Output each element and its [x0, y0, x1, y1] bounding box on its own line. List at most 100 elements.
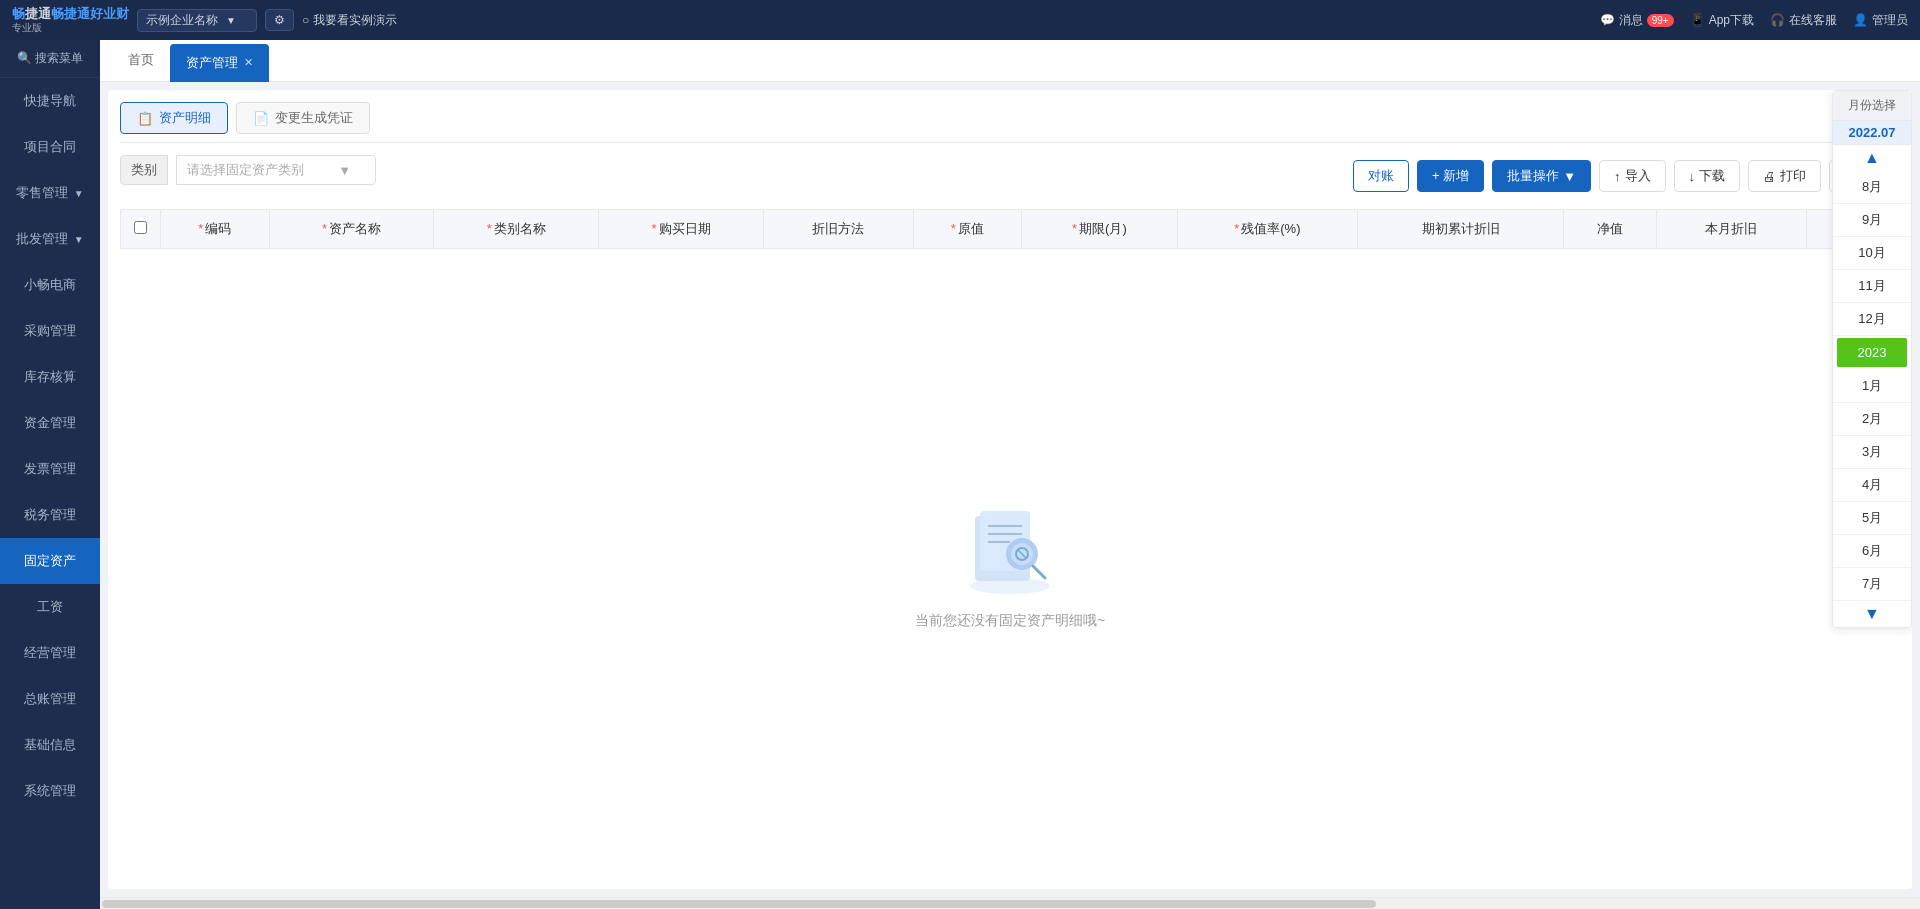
horizontal-scrollbar[interactable]	[100, 897, 1920, 909]
category-select[interactable]: 请选择固定资产类别 ▼	[176, 155, 376, 185]
sub-tab-change-voucher[interactable]: 📄 变更生成凭证	[236, 102, 370, 134]
header-left: 畅捷通畅捷通好业财 专业版 示例企业名称 ▼ ⚙ ○ 我要看实例演示	[12, 5, 397, 35]
sidebar: 🔍 搜索菜单 快捷导航 项目合同 零售管理 ▼ 批发管理 ▼ 小畅电商 采购管理…	[0, 40, 100, 909]
sidebar-item-general-ledger[interactable]: 总账管理	[0, 676, 100, 722]
month-nav-down[interactable]: ▼	[1833, 601, 1911, 627]
user-menu[interactable]: 👤 管理员	[1853, 12, 1908, 29]
import-icon: ↑	[1614, 169, 1621, 184]
content-area: 首页 资产管理 ✕ 📋 资产明细 📄 变更生成凭证	[100, 40, 1920, 909]
checkbox-col-header	[121, 210, 161, 249]
current-month-display: 2022.07	[1833, 121, 1911, 145]
messages-button[interactable]: 💬 消息 99+	[1600, 12, 1674, 29]
month-item-4[interactable]: 4月	[1833, 469, 1911, 502]
year-2023-badge: 2023	[1837, 338, 1907, 368]
toolbar-left: 类别 请选择固定资产类别 ▼	[120, 155, 376, 197]
arrow-icon: ▼	[74, 234, 84, 245]
col-accumulated-depreciation: 期初累计折旧	[1358, 210, 1564, 249]
search-menu-item[interactable]: 🔍 搜索菜单	[0, 40, 100, 78]
month-item-3[interactable]: 3月	[1833, 436, 1911, 469]
svg-line-8	[1033, 566, 1045, 578]
dropdown-icon: ▼	[226, 15, 236, 26]
sub-tab-asset-detail[interactable]: 📋 资产明细	[120, 102, 228, 134]
month-nav-up[interactable]: ▲	[1833, 145, 1911, 171]
user-icon: 👤	[1853, 13, 1868, 27]
col-code: *编码	[161, 210, 270, 249]
sidebar-item-wholesale[interactable]: 批发管理 ▼	[0, 216, 100, 262]
sidebar-item-inventory[interactable]: 库存核算	[0, 354, 100, 400]
month-panel-title: 月份选择	[1848, 97, 1896, 114]
month-item-9[interactable]: 9月	[1833, 204, 1911, 237]
col-residual-rate: *残值率(%)	[1177, 210, 1358, 249]
category-selector: 类别 请选择固定资产类别 ▼	[120, 155, 376, 185]
sidebar-item-basic-info[interactable]: 基础信息	[0, 722, 100, 768]
print-icon: 🖨	[1763, 169, 1776, 184]
app-edition: 专业版	[12, 21, 129, 35]
page-content: 📋 资产明细 📄 变更生成凭证 类别 请选择固定资产类别 ▼	[108, 90, 1912, 889]
messages-badge: 99+	[1647, 14, 1674, 27]
download-button[interactable]: ↓ 下载	[1674, 160, 1741, 192]
col-original-value: *原值	[913, 210, 1022, 249]
import-button[interactable]: ↑ 导入	[1599, 160, 1666, 192]
select-dropdown-icon: ▼	[338, 163, 351, 178]
company-selector[interactable]: 示例企业名称 ▼	[137, 9, 257, 32]
month-panel-header: 月份选择	[1833, 91, 1911, 121]
month-panel: 月份选择 2022.07 ▲ 8月 9月 10月 11月 12月 2023 1月…	[1832, 90, 1912, 628]
company-name: 示例企业名称	[146, 12, 218, 29]
arrow-icon: ▼	[74, 188, 84, 199]
message-icon: 💬	[1600, 13, 1615, 27]
month-item-12[interactable]: 12月	[1833, 303, 1911, 336]
month-item-8[interactable]: 8月	[1833, 171, 1911, 204]
sidebar-item-project-contract[interactable]: 项目合同	[0, 124, 100, 170]
sidebar-item-finance[interactable]: 资金管理	[0, 400, 100, 446]
month-item-7[interactable]: 7月	[1833, 568, 1911, 601]
demo-icon: ○	[302, 13, 309, 27]
sidebar-item-fixed-assets[interactable]: 固定资产	[0, 538, 100, 584]
settings-button[interactable]: ⚙	[265, 9, 294, 31]
col-period: *期限(月)	[1022, 210, 1177, 249]
month-item-2[interactable]: 2月	[1833, 403, 1911, 436]
app-download-button[interactable]: 📱 App下载	[1690, 12, 1754, 29]
gear-icon: ⚙	[274, 13, 285, 27]
main-layout: 🔍 搜索菜单 快捷导航 项目合同 零售管理 ▼ 批发管理 ▼ 小畅电商 采购管理…	[0, 40, 1920, 909]
sidebar-item-tax[interactable]: 税务管理	[0, 492, 100, 538]
tab-home[interactable]: 首页	[112, 40, 170, 82]
select-all-checkbox[interactable]	[134, 221, 147, 234]
col-depreciation-method: 折旧方法	[764, 210, 914, 249]
top-header: 畅捷通畅捷通好业财 专业版 示例企业名称 ▼ ⚙ ○ 我要看实例演示 💬 消息 …	[0, 0, 1920, 40]
col-purchase-date: *购买日期	[599, 210, 764, 249]
demo-link[interactable]: ○ 我要看实例演示	[302, 12, 397, 29]
month-item-5[interactable]: 5月	[1833, 502, 1911, 535]
empty-text: 当前您还没有固定资产明细哦~	[915, 612, 1105, 630]
online-service-button[interactable]: 🎧 在线客服	[1770, 12, 1837, 29]
scroll-thumb[interactable]	[102, 900, 1376, 908]
assets-table: *编码 *资产名称 *类别名称 *购买日期 折旧方法 *原值 *期限(月) *残…	[120, 209, 1900, 249]
month-item-10[interactable]: 10月	[1833, 237, 1911, 270]
search-icon: 🔍	[17, 51, 32, 65]
sidebar-item-operations[interactable]: 经营管理	[0, 630, 100, 676]
print-button[interactable]: 🖨 打印	[1748, 160, 1821, 192]
headset-icon: 🎧	[1770, 13, 1785, 27]
tab-close-icon[interactable]: ✕	[244, 56, 253, 69]
empty-state: 当前您还没有固定资产明细哦~	[120, 249, 1900, 877]
month-item-6[interactable]: 6月	[1833, 535, 1911, 568]
sidebar-item-invoice[interactable]: 发票管理	[0, 446, 100, 492]
col-name: *资产名称	[269, 210, 434, 249]
tab-asset-management[interactable]: 资产管理 ✕	[170, 44, 269, 82]
sidebar-item-ecommerce[interactable]: 小畅电商	[0, 262, 100, 308]
table-container: *编码 *资产名称 *类别名称 *购买日期 折旧方法 *原值 *期限(月) *残…	[120, 209, 1900, 877]
month-item-1[interactable]: 1月	[1833, 370, 1911, 403]
month-item-11[interactable]: 11月	[1833, 270, 1911, 303]
batch-button[interactable]: 批量操作 ▼	[1492, 160, 1591, 192]
sidebar-item-procurement[interactable]: 采购管理	[0, 308, 100, 354]
reconcile-button[interactable]: 对账	[1353, 160, 1409, 192]
header-right: 💬 消息 99+ 📱 App下载 🎧 在线客服 👤 管理员	[1600, 12, 1908, 29]
sidebar-item-retail[interactable]: 零售管理 ▼	[0, 170, 100, 216]
col-monthly-depreciation: 本月折旧	[1657, 210, 1807, 249]
add-button[interactable]: + 新增	[1417, 160, 1484, 192]
batch-dropdown-icon: ▼	[1563, 169, 1576, 184]
sidebar-item-salary[interactable]: 工资	[0, 584, 100, 630]
sidebar-item-quick-nav[interactable]: 快捷导航	[0, 78, 100, 124]
sidebar-item-system[interactable]: 系统管理	[0, 768, 100, 814]
table-header-row: *编码 *资产名称 *类别名称 *购买日期 折旧方法 *原值 *期限(月) *残…	[121, 210, 1900, 249]
doc-icon: 📄	[253, 111, 269, 126]
